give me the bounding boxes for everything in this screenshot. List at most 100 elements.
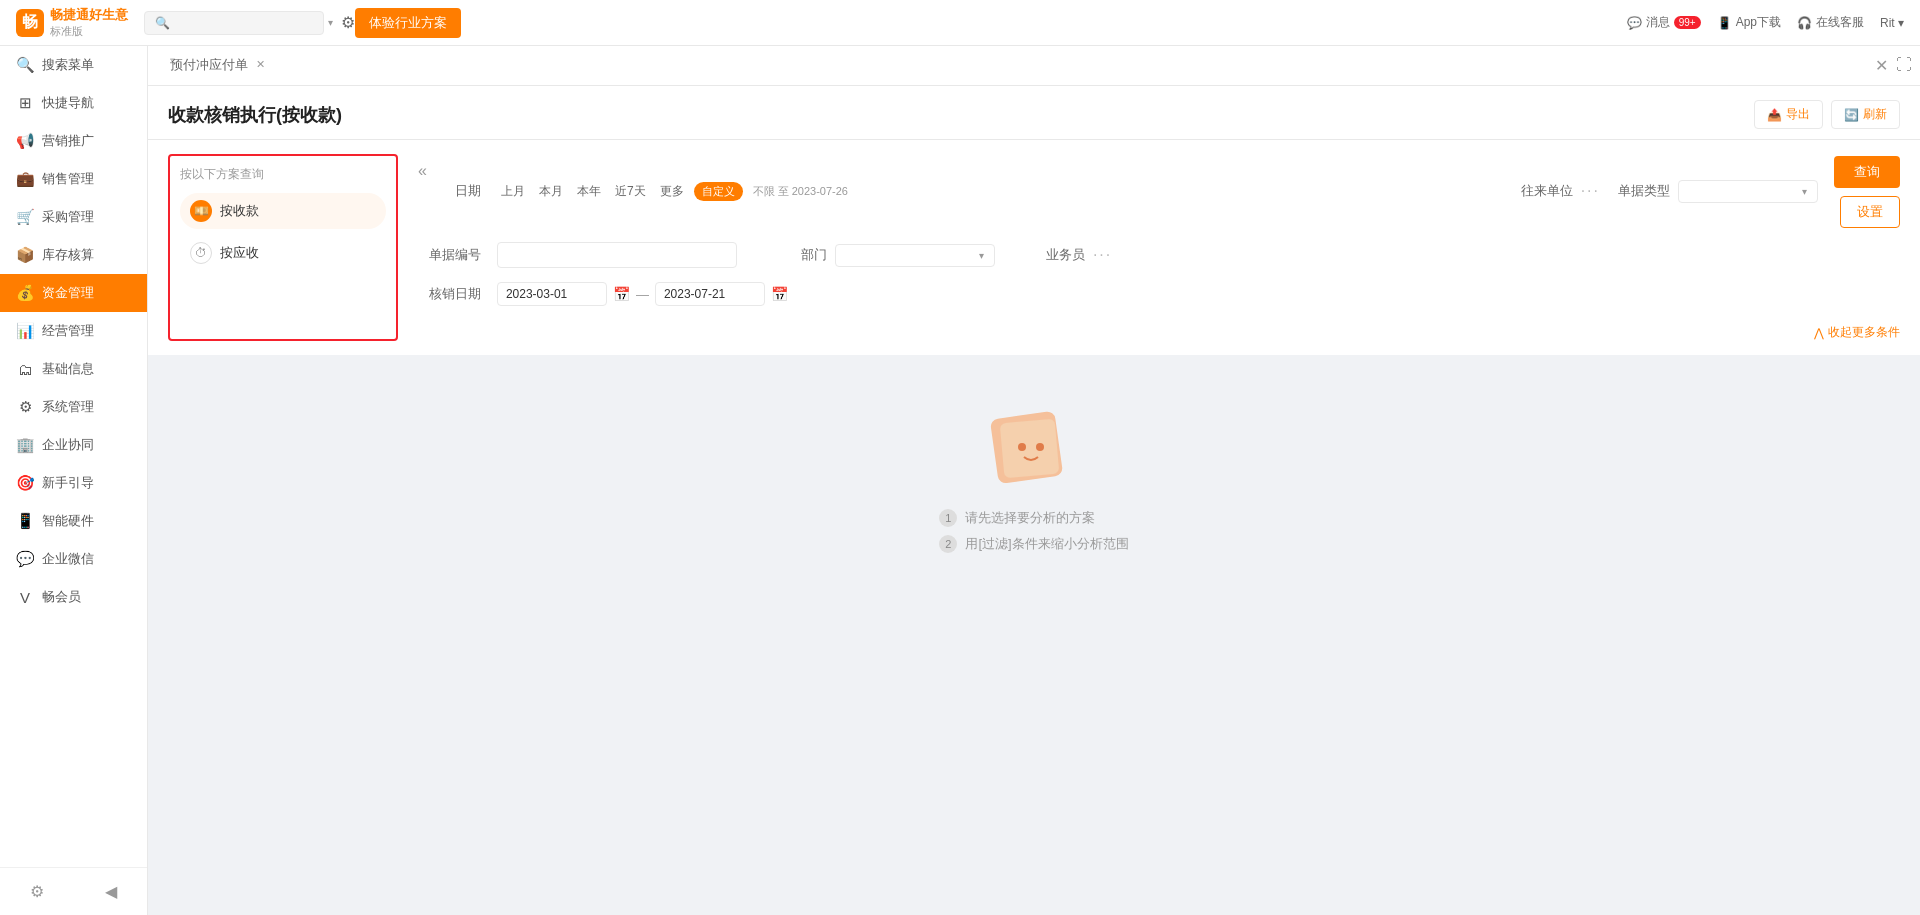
sidebar-label-marketing: 营销推广 [42,132,94,150]
search-chevron[interactable]: ▾ [328,17,333,28]
sidebar-item-inventory[interactable]: 📦库存核算 [0,236,147,274]
tip-text-2: 用[过滤]条件来缩小分析范围 [965,535,1128,553]
tip-num-2: 2 [939,535,957,553]
sidebar-label-sales: 销售管理 [42,170,94,188]
date-7days[interactable]: 近7天 [611,181,650,202]
sidebar-label-enterprise: 企业协同 [42,436,94,454]
sidebar-item-enterprise[interactable]: 🏢 企业协同 [0,426,147,464]
sidebar-icon-search: 🔍 [16,56,34,74]
svg-rect-1 [1000,419,1060,479]
sidebar-label-finance: 资金管理 [42,284,94,302]
sidebar-item-hardware[interactable]: 📱智能硬件 [0,502,147,540]
logo-badge: 标准版 [50,24,128,39]
sidebar-item-finance[interactable]: 💰 资金管理 [0,274,147,312]
query-actions: 查询 设置 [1834,154,1900,228]
doc-no-input[interactable] [497,242,737,268]
date-more[interactable]: 更多 [656,181,688,202]
sidebar-icon-wechat: 💬 [16,550,34,568]
sidebar-item-basic[interactable]: 🗂基础信息 [0,350,147,388]
receipt-icon: 💴 [190,200,212,222]
date-this-year[interactable]: 本年 [573,181,605,202]
query-button[interactable]: 查询 [1834,156,1900,188]
sidebar-icon-finance: 💰 [16,284,34,302]
staff-dots[interactable]: ··· [1093,246,1112,264]
writeoff-start-calendar-icon[interactable]: 📅 [613,286,630,302]
collapse-button[interactable]: ⋀ 收起更多条件 [1814,324,1900,341]
filter-option-by-receipt[interactable]: 💴 按收款 [180,193,386,229]
sidebar-item-business[interactable]: 📊 经营管理 [0,312,147,350]
sidebar-label-inventory: 库存核算 [42,246,94,264]
svg-point-2 [1018,443,1026,451]
logo-area: 畅 畅捷通好生意 标准版 [16,6,128,39]
filter-more-row: ⋀ 收起更多条件 [427,320,1900,341]
sidebar-item-search[interactable]: 🔍 搜索菜单 [0,46,147,84]
sidebar-item-system[interactable]: ⚙系统管理 [0,388,147,426]
dept-select[interactable]: ▾ [835,244,995,267]
date-last-month[interactable]: 上月 [497,181,529,202]
filter-row-1: 日期 上月 本月 本年 近7天 更多 自定义 不限 至 2023-07-26 [427,154,1900,228]
solution-button[interactable]: 体验行业方案 [355,8,461,38]
filter-option-by-receivable[interactable]: ⏱ 按应收 [180,235,386,271]
sidebar-item-member[interactable]: V 畅会员 [0,578,147,616]
tab-expand-actions: ✕ ⛶ [1875,56,1912,75]
filter-area: 按以下方案查询 💴 按收款 ⏱ 按应收 « [148,140,1920,355]
filter-panel-toggle[interactable]: « [418,158,427,180]
doc-type-chevron: ▾ [1802,186,1807,197]
date-custom[interactable]: 自定义 [694,182,743,201]
sidebar-icon-enterprise: 🏢 [16,436,34,454]
sidebar-label-business: 经营管理 [42,322,94,340]
filter-body: 按以下方案查询 💴 按收款 ⏱ 按应收 « [168,154,1900,341]
setting-button[interactable]: 设置 [1840,196,1900,228]
tab-close-icon[interactable]: ✕ [1875,56,1888,75]
writeoff-end-input[interactable] [655,282,765,306]
sidebar-icon-business: 📊 [16,322,34,340]
app-download-link[interactable]: 📱 App下载 [1717,14,1781,31]
sidebar-item-quick-nav[interactable]: ⊞快捷导航 [0,84,147,122]
tab-prepay[interactable]: 预付冲应付单✕ [156,46,279,86]
settings-icon[interactable]: ⚙ [341,13,355,32]
sidebar-icon-marketing: 📢 [16,132,34,150]
sidebar-label-search: 搜索菜单 [42,56,94,74]
content-area: 首页预付冲应付单✕收款核销执行✕ ✕ ⛶ 收款核销执行(按收款) 📤 导出 [148,46,1920,915]
online-service-link[interactable]: 🎧 在线客服 [1797,14,1864,31]
filter-form: 日期 上月 本月 本年 近7天 更多 自定义 不限 至 2023-07-26 [427,154,1900,341]
sidebar-item-purchase[interactable]: 🛒采购管理 [0,198,147,236]
header-actions: 📤 导出 🔄 刷新 [1754,100,1900,129]
sidebar-item-marketing[interactable]: 📢 营销推广 [0,122,147,160]
page-content: 收款核销执行(按收款) 📤 导出 🔄 刷新 [148,86,1920,915]
sidebar-icon-guide: 🎯 [16,474,34,492]
dept-label: 部门 [773,246,827,264]
sidebar-icon-system: ⚙ [16,398,34,416]
sidebar-item-wechat[interactable]: 💬 企业微信 [0,540,147,578]
sidebar-icon-hardware: 📱 [16,512,34,530]
refresh-button[interactable]: 🔄 刷新 [1831,100,1900,129]
refresh-icon: 🔄 [1844,108,1859,122]
sidebar-item-guide[interactable]: 🎯 新手引导 [0,464,147,502]
date-this-month[interactable]: 本月 [535,181,567,202]
sidebar-label-member: 畅会员 [42,588,81,606]
sidebar-icon-basic: 🗂 [16,361,34,378]
sidebar-settings-icon[interactable]: ⚙ [24,876,50,907]
user-info[interactable]: Rit ▾ [1880,16,1904,30]
sidebar-item-sales[interactable]: 💼销售管理 [0,160,147,198]
sidebar-icon-member: V [16,589,34,606]
sidebar-label-wechat: 企业微信 [42,550,94,568]
online-service-label: 在线客服 [1816,14,1864,31]
doc-type-select[interactable]: ▾ [1678,180,1818,203]
writeoff-date-range: 📅 — 📅 [497,282,788,306]
message-icon: 💬 [1627,16,1642,30]
writeoff-start-input[interactable] [497,282,607,306]
by-receivable-label: 按应收 [220,244,259,262]
tab-close-prepay[interactable]: ✕ [256,58,265,71]
tab-fullscreen-icon[interactable]: ⛶ [1896,56,1912,75]
partner-dots[interactable]: ··· [1581,182,1600,200]
filter-panel-left: 按以下方案查询 💴 按收款 ⏱ 按应收 [168,154,398,341]
user-chevron: ▾ [1898,16,1904,30]
writeoff-end-calendar-icon[interactable]: 📅 [771,286,788,302]
by-receipt-label: 按收款 [220,202,259,220]
export-button[interactable]: 📤 导出 [1754,100,1823,129]
message-link[interactable]: 💬 消息 99+ [1627,14,1701,31]
sidebar-label-guide: 新手引导 [42,474,94,492]
sidebar-collapse-icon[interactable]: ◀ [99,876,123,907]
sidebar-items: 🔍 搜索菜单 ⊞快捷导航 📢 营销推广 💼销售管理🛒采购管理📦库存核算 💰 资金管理 📊 经营管理… [0,46,147,616]
